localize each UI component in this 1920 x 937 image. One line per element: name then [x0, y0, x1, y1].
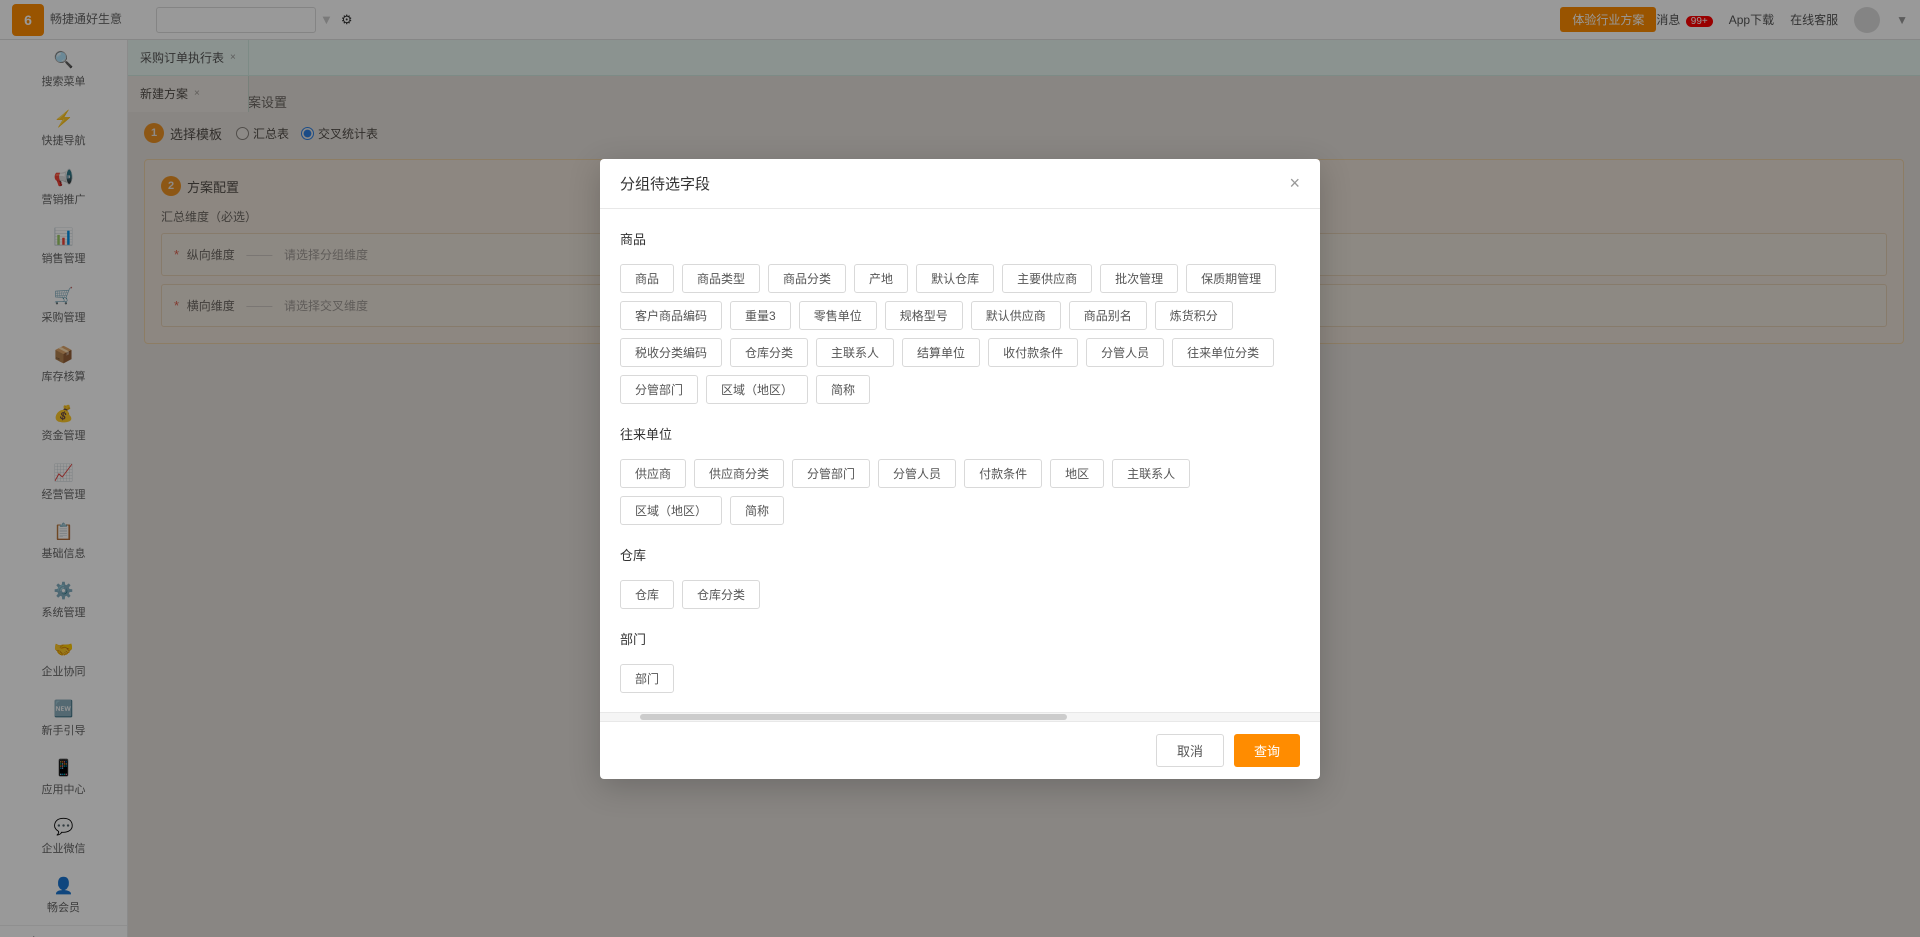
- field-tag-主联系人[interactable]: 主联系人: [1112, 459, 1190, 488]
- field-tag-保质期管理[interactable]: 保质期管理: [1186, 264, 1276, 293]
- field-tag-往来单位分类[interactable]: 往来单位分类: [1172, 338, 1274, 367]
- field-tag-地区[interactable]: 地区: [1050, 459, 1104, 488]
- field-tag-分管人员[interactable]: 分管人员: [1086, 338, 1164, 367]
- field-group-title-department: 部门: [620, 629, 1300, 652]
- field-tag-主要供应商[interactable]: 主要供应商: [1002, 264, 1092, 293]
- field-tag-部门[interactable]: 部门: [620, 664, 674, 693]
- confirm-button[interactable]: 查询: [1234, 734, 1300, 767]
- field-tag-商品别名[interactable]: 商品别名: [1069, 301, 1147, 330]
- field-tag-规格型号[interactable]: 规格型号: [885, 301, 963, 330]
- field-group-title-goods: 商品: [620, 229, 1300, 252]
- field-tag-供应商分类[interactable]: 供应商分类: [694, 459, 784, 488]
- field-tag-收付款条件[interactable]: 收付款条件: [988, 338, 1078, 367]
- field-tag-简称[interactable]: 简称: [816, 375, 870, 404]
- modal-body: 商品商品商品类型商品分类产地默认仓库主要供应商批次管理保质期管理客户商品编码重量…: [600, 209, 1320, 713]
- field-tags-goods: 商品商品类型商品分类产地默认仓库主要供应商批次管理保质期管理客户商品编码重量3 零…: [620, 264, 1300, 404]
- field-tag-税收分类编码[interactable]: 税收分类编码: [620, 338, 722, 367]
- modal-close-btn[interactable]: ×: [1289, 174, 1300, 192]
- field-group-title-counterpart: 往来单位: [620, 424, 1300, 447]
- field-select-modal: 分组待选字段 × 商品商品商品类型商品分类产地默认仓库主要供应商批次管理保质期管…: [600, 159, 1320, 779]
- field-tag-分管部门[interactable]: 分管部门: [620, 375, 698, 404]
- modal-header: 分组待选字段 ×: [600, 159, 1320, 209]
- field-tag-批次管理[interactable]: 批次管理: [1100, 264, 1178, 293]
- hscroll-thumb[interactable]: [640, 714, 1067, 720]
- field-tag-区域（地区）[interactable]: 区域（地区）: [706, 375, 808, 404]
- field-tags-warehouse: 仓库仓库分类: [620, 580, 1300, 609]
- field-tag-供应商[interactable]: 供应商: [620, 459, 686, 488]
- field-tag-仓库分类[interactable]: 仓库分类: [730, 338, 808, 367]
- field-tag-分管人员[interactable]: 分管人员: [878, 459, 956, 488]
- field-group-counterpart: 往来单位供应商供应商分类分管部门分管人员付款条件地区主联系人区域（地区） 简称: [620, 424, 1300, 525]
- field-group-goods: 商品商品商品类型商品分类产地默认仓库主要供应商批次管理保质期管理客户商品编码重量…: [620, 229, 1300, 404]
- field-tag-零售单位[interactable]: 零售单位: [799, 301, 877, 330]
- field-tag-重量3[interactable]: 重量3: [730, 301, 791, 330]
- cancel-button[interactable]: 取消: [1156, 734, 1224, 767]
- field-tag-商品分类[interactable]: 商品分类: [768, 264, 846, 293]
- field-group-title-warehouse: 仓库: [620, 545, 1300, 568]
- modal-title: 分组待选字段: [620, 173, 710, 194]
- field-tag-主联系人[interactable]: 主联系人: [816, 338, 894, 367]
- field-group-department: 部门部门: [620, 629, 1300, 693]
- field-tags-department: 部门: [620, 664, 1300, 693]
- field-tag-付款条件[interactable]: 付款条件: [964, 459, 1042, 488]
- field-tag-仓库分类[interactable]: 仓库分类: [682, 580, 760, 609]
- modal-hscroll: [600, 712, 1320, 720]
- field-tag-分管部门[interactable]: 分管部门: [792, 459, 870, 488]
- field-tag-简称[interactable]: 简称: [730, 496, 784, 525]
- field-tag-商品[interactable]: 商品: [620, 264, 674, 293]
- modal-footer: 取消 查询: [600, 721, 1320, 779]
- field-group-warehouse: 仓库仓库仓库分类: [620, 545, 1300, 609]
- field-tag-默认仓库[interactable]: 默认仓库: [916, 264, 994, 293]
- field-tags-counterpart: 供应商供应商分类分管部门分管人员付款条件地区主联系人区域（地区） 简称: [620, 459, 1300, 525]
- field-tag-客户商品编码[interactable]: 客户商品编码: [620, 301, 722, 330]
- field-tag-默认供应商[interactable]: 默认供应商: [971, 301, 1061, 330]
- field-tag-结算单位[interactable]: 结算单位: [902, 338, 980, 367]
- field-tag-产地[interactable]: 产地: [854, 264, 908, 293]
- field-tag-区域（地区）[interactable]: 区域（地区）: [620, 496, 722, 525]
- field-tag-商品类型[interactable]: 商品类型: [682, 264, 760, 293]
- field-tag-炼货积分[interactable]: 炼货积分: [1155, 301, 1233, 330]
- modal-overlay: 分组待选字段 × 商品商品商品类型商品分类产地默认仓库主要供应商批次管理保质期管…: [0, 0, 1920, 937]
- field-tag-仓库[interactable]: 仓库: [620, 580, 674, 609]
